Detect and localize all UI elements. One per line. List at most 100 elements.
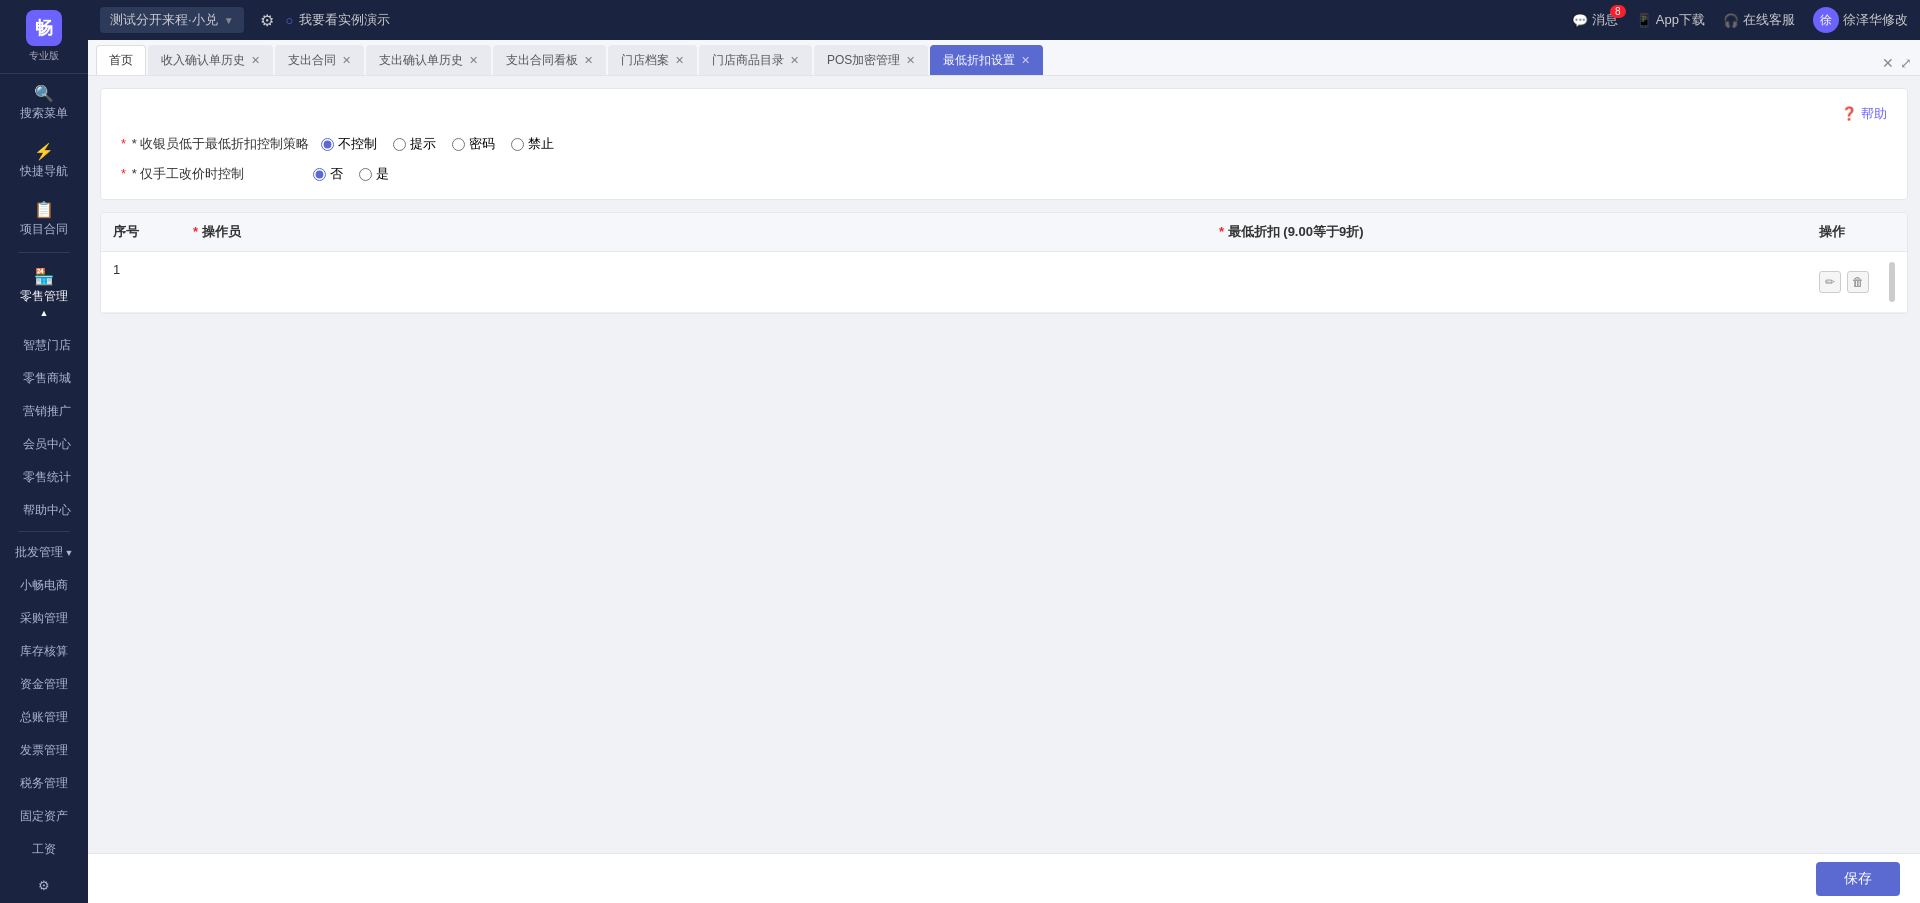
- tab-payment-board[interactable]: 支出合同看板 ✕: [493, 45, 606, 75]
- table-card: 序号 * 操作员 * 最低折扣 (9.00等于9折) 操作 1 ✏: [100, 212, 1908, 314]
- sidebar-item-member[interactable]: 会员中心: [0, 428, 88, 461]
- purchase-label: 采购管理: [20, 611, 68, 625]
- tab-store-products-close[interactable]: ✕: [790, 54, 799, 67]
- topbar-settings-icon[interactable]: ⚙: [260, 11, 274, 30]
- tab-expand-icon[interactable]: ⤢: [1900, 55, 1912, 71]
- radio-no[interactable]: 否: [313, 165, 343, 183]
- manual-price-label: * * 仅手工改价时控制: [121, 165, 301, 183]
- radio-password[interactable]: 密码: [452, 135, 495, 153]
- tab-income-close[interactable]: ✕: [251, 54, 260, 67]
- demo-link[interactable]: ○ 我要看实例演示: [286, 11, 391, 29]
- content-area: ❓ 帮助 * * 收银员低于最低折扣控制策略 不控制 提示: [88, 76, 1920, 853]
- online-service-button[interactable]: 🎧 在线客服: [1723, 11, 1795, 29]
- cell-operator-1: [181, 252, 1207, 312]
- col-operator-text: 操作员: [202, 224, 241, 239]
- message-button[interactable]: 💬 消息 8: [1572, 11, 1618, 29]
- radio-remind-input[interactable]: [393, 138, 406, 151]
- tab-pos-lock-close[interactable]: ✕: [906, 54, 915, 67]
- ecommerce-label: 小畅电商: [20, 578, 68, 592]
- radio-yes[interactable]: 是: [359, 165, 389, 183]
- retail-icon: 🏪: [34, 268, 54, 285]
- tab-payment-history-label: 支出确认单历史: [379, 52, 463, 69]
- tab-min-discount-label: 最低折扣设置: [943, 52, 1015, 69]
- radio-yes-input[interactable]: [359, 168, 372, 181]
- sidebar-item-search[interactable]: 🔍 搜索菜单: [0, 74, 88, 132]
- radio-remind[interactable]: 提示: [393, 135, 436, 153]
- sidebar-item-tax[interactable]: 税务管理: [0, 767, 88, 800]
- sidebar-item-inventory[interactable]: 库存核算: [0, 635, 88, 668]
- tab-store-products[interactable]: 门店商品目录 ✕: [699, 45, 812, 75]
- cell-seq-1: 1: [101, 252, 181, 312]
- radio-no-input[interactable]: [313, 168, 326, 181]
- marketing-label: 营销推广: [23, 404, 71, 418]
- scrollbar[interactable]: [1889, 262, 1895, 302]
- edit-button[interactable]: ✏: [1819, 271, 1841, 293]
- avatar: 徐: [1813, 7, 1839, 33]
- tab-store-archive-close[interactable]: ✕: [675, 54, 684, 67]
- sidebar-item-shortcut[interactable]: ⚡ 快捷导航: [0, 132, 88, 190]
- tab-payment-board-close[interactable]: ✕: [584, 54, 593, 67]
- manual-price-row: * * 仅手工改价时控制 否 是: [121, 165, 1887, 183]
- sidebar-item-invoice[interactable]: 发票管理: [0, 734, 88, 767]
- chevron-up-icon: ▲: [40, 308, 49, 318]
- online-store-label: 零售商城: [23, 371, 71, 385]
- sidebar-item-salary[interactable]: 工资: [0, 833, 88, 866]
- radio-no-limit-input[interactable]: [321, 138, 334, 151]
- table-header: 序号 * 操作员 * 最低折扣 (9.00等于9折) 操作: [101, 213, 1907, 252]
- sidebar-item-fixed-assets[interactable]: 固定资产: [0, 800, 88, 833]
- user-name: 徐泽华修改: [1843, 11, 1908, 29]
- tab-min-discount[interactable]: 最低折扣设置 ✕: [930, 45, 1043, 75]
- sidebar-item-marketing[interactable]: 营销推广: [0, 395, 88, 428]
- tab-pos-lock[interactable]: POS加密管理 ✕: [814, 45, 928, 75]
- sidebar-item-finance[interactable]: 资金管理: [0, 668, 88, 701]
- tab-store-archive[interactable]: 门店档案 ✕: [608, 45, 697, 75]
- sidebar-item-online-store[interactable]: 零售商城: [0, 362, 88, 395]
- settings-card: ❓ 帮助 * * 收银员低于最低折扣控制策略 不控制 提示: [100, 88, 1908, 200]
- save-button[interactable]: 保存: [1816, 862, 1900, 896]
- tab-payment-history-close[interactable]: ✕: [469, 54, 478, 67]
- radio-forbidden-input[interactable]: [511, 138, 524, 151]
- radio-no-label: 否: [330, 165, 343, 183]
- invoice-label: 发票管理: [20, 743, 68, 757]
- help-label: 帮助中心: [23, 503, 71, 517]
- sidebar-item-project[interactable]: 📋 项目合同: [0, 190, 88, 248]
- sidebar-item-ecommerce[interactable]: 小畅电商: [0, 569, 88, 602]
- tab-home[interactable]: 首页: [96, 45, 146, 75]
- app-download-button[interactable]: 📱 App下载: [1636, 11, 1705, 29]
- sidebar-item-smart-store[interactable]: 智慧门店: [0, 329, 88, 362]
- sidebar-item-purchase[interactable]: 采购管理: [0, 602, 88, 635]
- search-icon: 🔍: [34, 85, 54, 102]
- radio-forbidden[interactable]: 禁止: [511, 135, 554, 153]
- sidebar-item-wholesale[interactable]: 批发管理 ▼: [0, 536, 88, 569]
- demo-text: 我要看实例演示: [299, 11, 390, 29]
- tab-min-discount-close[interactable]: ✕: [1021, 54, 1030, 67]
- tab-store-archive-label: 门店档案: [621, 52, 669, 69]
- sidebar-item-ledger[interactable]: 总账管理: [0, 701, 88, 734]
- tab-store-products-label: 门店商品目录: [712, 52, 784, 69]
- delete-button[interactable]: 🗑: [1847, 271, 1869, 293]
- sidebar-nav: 🔍 搜索菜单 ⚡ 快捷导航 📋 项目合同 🏪 零售管理 ▲ 智慧门店 零售商城 …: [0, 74, 88, 866]
- radio-password-input[interactable]: [452, 138, 465, 151]
- manual-price-options: 否 是: [313, 165, 389, 183]
- tab-payment-contract[interactable]: 支出合同 ✕: [275, 45, 364, 75]
- fixed-assets-label: 固定资产: [20, 809, 68, 823]
- project-selector[interactable]: 测试分开来程·小兑 ▼: [100, 7, 244, 33]
- discount-strategy-label: * * 收银员低于最低折扣控制策略: [121, 135, 309, 153]
- col-header-discount: * 最低折扣 (9.00等于9折): [1207, 213, 1807, 251]
- settings-gear[interactable]: ⚙: [38, 866, 50, 903]
- user-menu[interactable]: 徐 徐泽华修改: [1813, 7, 1908, 33]
- tab-payment-contract-close[interactable]: ✕: [342, 54, 351, 67]
- tab-income[interactable]: 收入确认单历史 ✕: [148, 45, 273, 75]
- help-link[interactable]: ❓ 帮助: [1841, 105, 1887, 123]
- online-service-label: 在线客服: [1743, 11, 1795, 29]
- tab-close-all-icon[interactable]: ✕: [1882, 55, 1894, 71]
- sidebar-item-help[interactable]: 帮助中心: [0, 494, 88, 527]
- sidebar-item-retail[interactable]: 🏪 零售管理 ▲: [0, 257, 88, 329]
- tabbar: 首页 收入确认单历史 ✕ 支出合同 ✕ 支出确认单历史 ✕ 支出合同看板 ✕ 门…: [88, 40, 1920, 76]
- finance-label: 资金管理: [20, 677, 68, 691]
- tab-payment-history[interactable]: 支出确认单历史 ✕: [366, 45, 491, 75]
- radio-no-limit[interactable]: 不控制: [321, 135, 377, 153]
- sidebar-item-retail-stats[interactable]: 零售统计: [0, 461, 88, 494]
- inventory-label: 库存核算: [20, 644, 68, 658]
- radio-remind-label: 提示: [410, 135, 436, 153]
